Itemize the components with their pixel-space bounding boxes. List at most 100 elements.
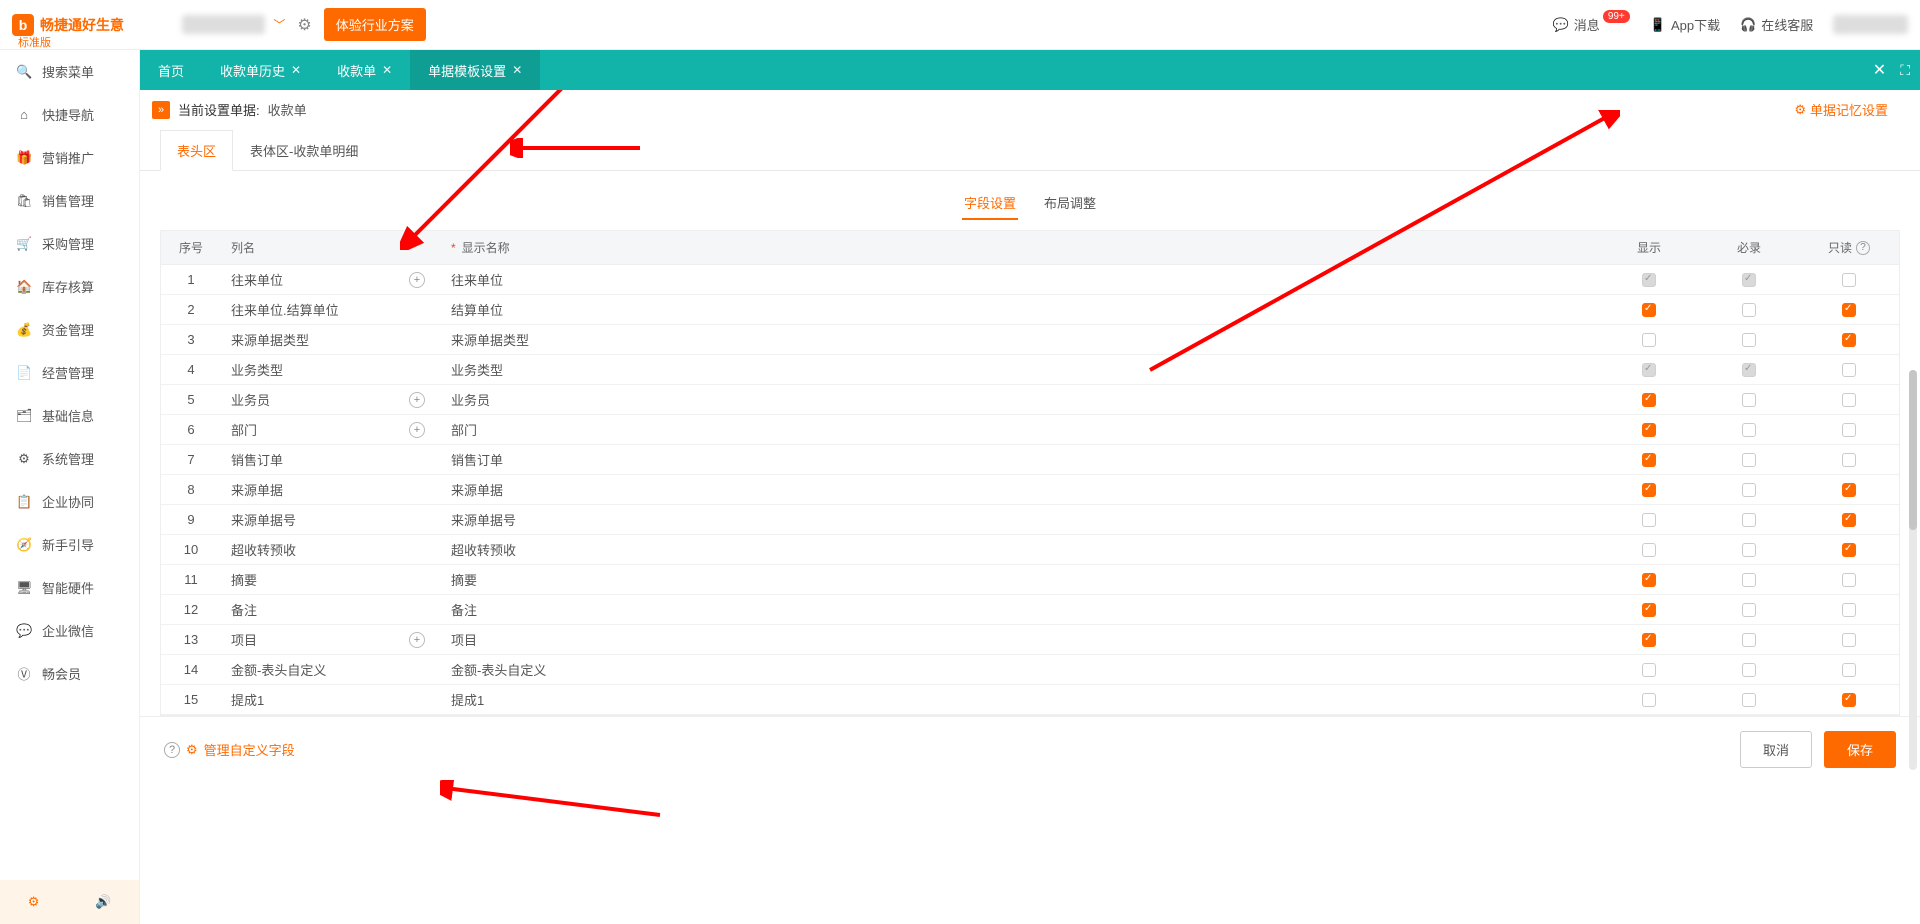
- checkbox[interactable]: [1742, 663, 1756, 677]
- checkbox[interactable]: [1642, 423, 1656, 437]
- checkbox[interactable]: [1842, 663, 1856, 677]
- save-button[interactable]: 保存: [1824, 731, 1896, 768]
- cell-display[interactable]: 结算单位: [441, 300, 1599, 319]
- online-service-link[interactable]: 🎧 在线客服: [1740, 15, 1813, 34]
- checkbox[interactable]: [1642, 633, 1656, 647]
- sidebar-item[interactable]: 📋企业协同: [0, 480, 139, 523]
- sidebar-item[interactable]: 🛍销售管理: [0, 179, 139, 222]
- checkbox[interactable]: [1842, 483, 1856, 497]
- checkbox[interactable]: [1742, 573, 1756, 587]
- cell-display[interactable]: 提成1: [441, 690, 1599, 709]
- cell-display[interactable]: 部门: [441, 420, 1599, 439]
- checkbox[interactable]: [1742, 513, 1756, 527]
- sidebar-item[interactable]: 🏠库存核算: [0, 265, 139, 308]
- cell-display[interactable]: 超收转预收: [441, 540, 1599, 559]
- checkbox[interactable]: [1742, 603, 1756, 617]
- org-selector[interactable]: XXXXX ﹀: [182, 15, 285, 34]
- plus-icon[interactable]: +: [409, 272, 425, 288]
- cell-display[interactable]: 来源单据号: [441, 510, 1599, 529]
- close-icon[interactable]: ✕: [512, 63, 522, 77]
- cell-display[interactable]: 摘要: [441, 570, 1599, 589]
- help-icon[interactable]: ?: [1856, 241, 1870, 255]
- page-tab[interactable]: 收款单✕: [319, 50, 410, 90]
- cancel-button[interactable]: 取消: [1740, 731, 1812, 768]
- checkbox[interactable]: [1842, 333, 1856, 347]
- cell-display[interactable]: 金额-表头自定义: [441, 660, 1599, 679]
- cell-display[interactable]: 往来单位: [441, 270, 1599, 289]
- checkbox[interactable]: [1742, 633, 1756, 647]
- gear-icon[interactable]: ⚙: [297, 15, 311, 35]
- sidebar-item[interactable]: 🛒采购管理: [0, 222, 139, 265]
- area-tab-body[interactable]: 表体区-收款单明细: [233, 130, 375, 171]
- checkbox[interactable]: [1742, 483, 1756, 497]
- memory-settings-link[interactable]: ⚙ 单据记忆设置: [1794, 100, 1908, 119]
- checkbox[interactable]: [1642, 453, 1656, 467]
- inner-tab-fields[interactable]: 字段设置: [962, 187, 1018, 220]
- user-info-blurred[interactable]: XXXX: [1833, 15, 1908, 34]
- close-icon[interactable]: ✕: [291, 63, 301, 77]
- checkbox[interactable]: [1842, 273, 1856, 287]
- checkbox[interactable]: [1642, 333, 1656, 347]
- cell-display[interactable]: 业务类型: [441, 360, 1599, 379]
- try-industry-button[interactable]: 体验行业方案: [324, 8, 426, 41]
- messages-link[interactable]: 💬 消息 99+: [1553, 15, 1630, 34]
- checkbox[interactable]: [1742, 333, 1756, 347]
- checkbox[interactable]: [1842, 693, 1856, 707]
- page-tab[interactable]: 首页: [140, 50, 202, 90]
- sidebar-item[interactable]: 📄经营管理: [0, 351, 139, 394]
- area-tab-header[interactable]: 表头区: [160, 130, 233, 171]
- close-all-icon[interactable]: ✕: [1873, 60, 1886, 80]
- cell-display[interactable]: 备注: [441, 600, 1599, 619]
- checkbox[interactable]: [1842, 633, 1856, 647]
- sidebar-item[interactable]: 💰资金管理: [0, 308, 139, 351]
- scrollbar-thumb[interactable]: [1909, 370, 1917, 530]
- sidebar-item[interactable]: ⌂快捷导航: [0, 93, 139, 136]
- checkbox[interactable]: [1842, 363, 1856, 377]
- checkbox[interactable]: [1842, 303, 1856, 317]
- fullscreen-icon[interactable]: ⛶: [1900, 62, 1910, 79]
- checkbox[interactable]: [1742, 303, 1756, 317]
- cell-display[interactable]: 业务员: [441, 390, 1599, 409]
- plus-icon[interactable]: +: [409, 392, 425, 408]
- checkbox[interactable]: [1642, 573, 1656, 587]
- checkbox[interactable]: [1742, 423, 1756, 437]
- cell-display[interactable]: 来源单据类型: [441, 330, 1599, 349]
- manage-custom-fields-link[interactable]: ? ⚙ 管理自定义字段: [164, 740, 295, 759]
- sidebar-item[interactable]: ⚙系统管理: [0, 437, 139, 480]
- settings-icon[interactable]: ⚙: [28, 894, 40, 910]
- checkbox[interactable]: [1742, 453, 1756, 467]
- checkbox[interactable]: [1642, 393, 1656, 407]
- plus-icon[interactable]: +: [409, 422, 425, 438]
- checkbox[interactable]: [1642, 663, 1656, 677]
- inner-tab-layout[interactable]: 布局调整: [1042, 187, 1098, 220]
- sidebar-item[interactable]: 💬企业微信: [0, 609, 139, 652]
- sidebar-item[interactable]: 🖥智能硬件: [0, 566, 139, 609]
- sidebar-item[interactable]: 🎁营销推广: [0, 136, 139, 179]
- checkbox[interactable]: [1842, 543, 1856, 557]
- checkbox[interactable]: [1842, 573, 1856, 587]
- checkbox[interactable]: [1842, 423, 1856, 437]
- cell-display[interactable]: 销售订单: [441, 450, 1599, 469]
- app-download-link[interactable]: 📱 App下载: [1650, 15, 1720, 34]
- sidebar-item[interactable]: Ⓥ畅会员: [0, 652, 139, 695]
- volume-icon[interactable]: 🔊: [95, 894, 111, 910]
- cell-display[interactable]: 项目: [441, 630, 1599, 649]
- page-tab[interactable]: 收款单历史✕: [202, 50, 319, 90]
- sidebar-item[interactable]: 🗂基础信息: [0, 394, 139, 437]
- checkbox[interactable]: [1642, 693, 1656, 707]
- checkbox[interactable]: [1642, 303, 1656, 317]
- checkbox[interactable]: [1642, 603, 1656, 617]
- checkbox[interactable]: [1742, 693, 1756, 707]
- close-icon[interactable]: ✕: [382, 63, 392, 77]
- checkbox[interactable]: [1642, 513, 1656, 527]
- checkbox[interactable]: [1842, 393, 1856, 407]
- checkbox[interactable]: [1842, 453, 1856, 467]
- checkbox[interactable]: [1742, 543, 1756, 557]
- checkbox[interactable]: [1842, 513, 1856, 527]
- checkbox[interactable]: [1842, 603, 1856, 617]
- sidebar-item[interactable]: 🧭新手引导: [0, 523, 139, 566]
- checkbox[interactable]: [1642, 543, 1656, 557]
- cell-display[interactable]: 来源单据: [441, 480, 1599, 499]
- plus-icon[interactable]: +: [409, 632, 425, 648]
- sidebar-item[interactable]: 🔍搜索菜单: [0, 50, 139, 93]
